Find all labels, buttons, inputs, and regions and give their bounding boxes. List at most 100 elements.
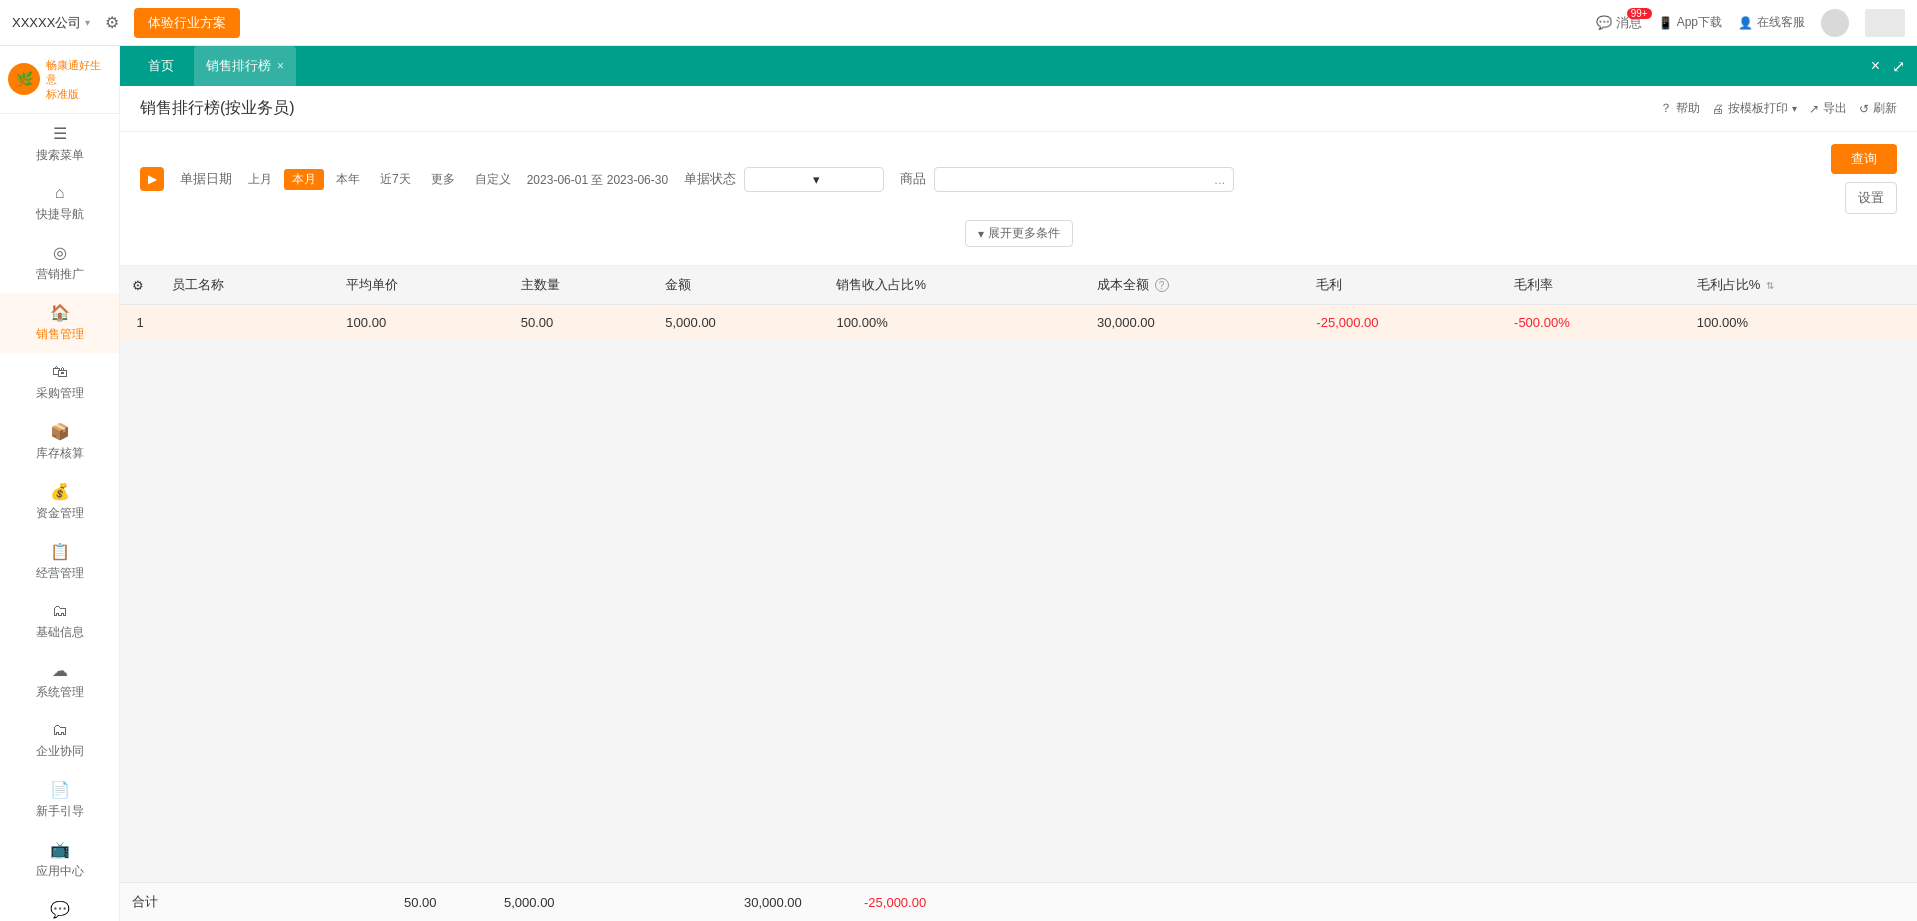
home-tab-label: 首页 bbox=[148, 57, 174, 75]
restore-window-btn[interactable]: ⤢ bbox=[1892, 57, 1905, 76]
date-filter: 单据日期 上月 本月 本年 近7天 更多 自定义 2023-06-01 至 20… bbox=[180, 169, 668, 190]
goods-filter: 商品 ... bbox=[900, 167, 1234, 192]
table-row: 1 100.00 50.00 5,000.00 100.00% 30,000.0… bbox=[120, 305, 1917, 341]
sidebar-item-label: 基础信息 bbox=[36, 624, 84, 641]
date-option-custom[interactable]: 自定义 bbox=[467, 169, 519, 190]
refresh-button[interactable]: ↺ 刷新 bbox=[1859, 100, 1897, 117]
online-service-label: 在线客服 bbox=[1757, 14, 1805, 31]
sidebar-item-guide[interactable]: 📄 新手引导 bbox=[0, 770, 119, 830]
tab-sales-rank[interactable]: 销售排行榜 × bbox=[194, 46, 296, 86]
operations-icon: 📋 bbox=[50, 542, 70, 561]
tab-home[interactable]: 首页 bbox=[132, 46, 190, 86]
sidebar-item-operations[interactable]: 📋 经营管理 bbox=[0, 532, 119, 592]
sidebar-item-purchase[interactable]: 🛍 采购管理 bbox=[0, 353, 119, 412]
refresh-icon: ↺ bbox=[1859, 102, 1869, 116]
sidebar-item-label: 企业协同 bbox=[36, 743, 84, 760]
col-name: 员工名称 bbox=[160, 266, 334, 305]
help-button[interactable]: ？ 帮助 bbox=[1660, 100, 1700, 117]
sidebar-item-quicknav[interactable]: ⌂ 快捷导航 bbox=[0, 174, 119, 233]
top-bar: XXXXX公司 ▾ ⚙ 体验行业方案 💬 消息 99+ 📱 App下载 👤 在线… bbox=[0, 0, 1917, 46]
date-option-7days[interactable]: 近7天 bbox=[372, 169, 419, 190]
table-container: ⚙ 员工名称 平均单价 主数量 bbox=[120, 266, 1917, 341]
col-settings[interactable]: ⚙ bbox=[120, 266, 160, 305]
home-icon: ⌂ bbox=[55, 184, 65, 202]
select-chevron-icon: ▾ bbox=[813, 172, 820, 187]
sidebar-item-label: 采购管理 bbox=[36, 385, 84, 402]
sidebar-item-system[interactable]: ☁ 系统管理 bbox=[0, 651, 119, 711]
avatar[interactable] bbox=[1821, 9, 1849, 37]
sidebar-item-basic[interactable]: 🗂 基础信息 bbox=[0, 592, 119, 651]
sidebar-item-appcenter[interactable]: 📺 应用中心 bbox=[0, 830, 119, 890]
print-dropdown-icon[interactable]: ▾ bbox=[1792, 103, 1797, 114]
top-bar-right: 💬 消息 99+ 📱 App下载 👤 在线客服 bbox=[1596, 9, 1905, 37]
print-button[interactable]: 🖨 按模板打印 ▾ bbox=[1712, 100, 1797, 117]
status-select[interactable]: ▾ bbox=[744, 167, 884, 192]
date-options: 上月 本月 本年 近7天 更多 自定义 bbox=[240, 169, 519, 190]
date-range: 2023-06-01 至 2023-06-30 bbox=[527, 172, 668, 189]
sidebar-item-collab[interactable]: 🗂 企业协同 bbox=[0, 711, 119, 770]
expand-down-icon: ▾ bbox=[978, 227, 984, 241]
sidebar: 🌿 畅康通好生意 标准版 ☰ 搜索菜单 ⌂ 快捷导航 ◎ 营销推广 🏠 销售管 bbox=[0, 46, 120, 921]
expand-row: ▾ 展开更多条件 bbox=[140, 214, 1897, 253]
sidebar-item-label: 搜索菜单 bbox=[36, 147, 84, 164]
sidebar-item-label: 新手引导 bbox=[36, 803, 84, 820]
sidebar-item-inventory[interactable]: 📦 库存核算 bbox=[0, 412, 119, 472]
settings-icon-btn[interactable]: ⚙ bbox=[98, 9, 126, 37]
page-title: 销售排行榜(按业务员) bbox=[140, 98, 295, 119]
trial-button[interactable]: 体验行业方案 bbox=[134, 8, 240, 38]
expand-more-button[interactable]: ▾ 展开更多条件 bbox=[965, 220, 1073, 247]
footer-profit: -25,000.00 bbox=[852, 895, 972, 910]
header-actions: ？ 帮助 🖨 按模板打印 ▾ ↗ 导出 bbox=[1660, 100, 1897, 117]
online-service-button[interactable]: 👤 在线客服 bbox=[1738, 14, 1805, 31]
sidebar-item-label: 资金管理 bbox=[36, 505, 84, 522]
notice-button[interactable]: 💬 消息 99+ bbox=[1596, 14, 1642, 32]
tab-close-icon[interactable]: × bbox=[277, 60, 284, 72]
cost-info-icon[interactable]: ? bbox=[1155, 278, 1169, 292]
col-cost-amount: 成本全额 ? bbox=[1085, 266, 1304, 305]
footer-cost-amount: 30,000.00 bbox=[732, 895, 852, 910]
filter-expand-arrow[interactable]: ▶ bbox=[140, 167, 164, 191]
avatar-name bbox=[1865, 9, 1905, 37]
footer-qty: 50.00 bbox=[392, 895, 492, 910]
logo-text: 畅康通好生意 标准版 bbox=[46, 58, 111, 101]
goods-more-icon[interactable]: ... bbox=[1214, 172, 1225, 187]
expand-more-label: 展开更多条件 bbox=[988, 225, 1060, 242]
sidebar-item-marketing[interactable]: ◎ 营销推广 bbox=[0, 233, 119, 293]
app-download-button[interactable]: 📱 App下载 bbox=[1658, 14, 1722, 31]
export-icon: ↗ bbox=[1809, 102, 1819, 116]
sales-icon: 🏠 bbox=[50, 303, 70, 322]
notice-badge: 99+ bbox=[1627, 8, 1652, 19]
export-button[interactable]: ↗ 导出 bbox=[1809, 100, 1847, 117]
sidebar-item-sales[interactable]: 🏠 销售管理 bbox=[0, 293, 119, 353]
query-button[interactable]: 查询 bbox=[1831, 144, 1897, 174]
company-select[interactable]: XXXXX公司 ▾ bbox=[12, 14, 90, 32]
date-option-more[interactable]: 更多 bbox=[423, 169, 463, 190]
sidebar-item-label: 销售管理 bbox=[36, 326, 84, 343]
set-button[interactable]: 设置 bbox=[1845, 182, 1897, 214]
row-qty: 50.00 bbox=[509, 305, 654, 341]
sidebar-item-search[interactable]: ☰ 搜索菜单 bbox=[0, 114, 119, 174]
sidebar-item-wechat[interactable]: 💬 企业微信 bbox=[0, 890, 119, 921]
row-profit-pct: 100.00% bbox=[1685, 305, 1917, 341]
date-option-prev-month[interactable]: 上月 bbox=[240, 169, 280, 190]
filter-actions: 查询 设置 bbox=[1831, 144, 1897, 214]
help-icon: ？ bbox=[1660, 100, 1672, 117]
date-option-this-year[interactable]: 本年 bbox=[328, 169, 368, 190]
col-profit: 毛利 bbox=[1304, 266, 1502, 305]
sort-icon[interactable]: ⇅ bbox=[1766, 280, 1774, 291]
date-option-this-month[interactable]: 本月 bbox=[284, 169, 324, 190]
purchase-icon: 🛍 bbox=[52, 363, 68, 381]
page-inner: 销售排行榜(按业务员) ？ 帮助 🖨 按模板打印 ▾ bbox=[120, 86, 1917, 341]
system-icon: ☁ bbox=[52, 661, 68, 680]
sidebar-logo: 🌿 畅康通好生意 标准版 bbox=[0, 46, 119, 114]
page-container: 销售排行榜(按业务员) ？ 帮助 🖨 按模板打印 ▾ bbox=[120, 86, 1917, 921]
table-footer: 合计 50.00 5,000.00 30,000.00 -25,000.00 bbox=[120, 882, 1917, 921]
footer-amount: 5,000.00 bbox=[492, 895, 612, 910]
goods-input[interactable]: ... bbox=[934, 167, 1234, 192]
sidebar-item-finance[interactable]: 💰 资金管理 bbox=[0, 472, 119, 532]
goods-filter-label: 商品 bbox=[900, 170, 926, 188]
print-icon: 🖨 bbox=[1712, 102, 1724, 116]
search-menu-icon: ☰ bbox=[53, 124, 67, 143]
guide-icon: 📄 bbox=[50, 780, 70, 799]
close-window-btn[interactable]: × bbox=[1871, 57, 1880, 75]
